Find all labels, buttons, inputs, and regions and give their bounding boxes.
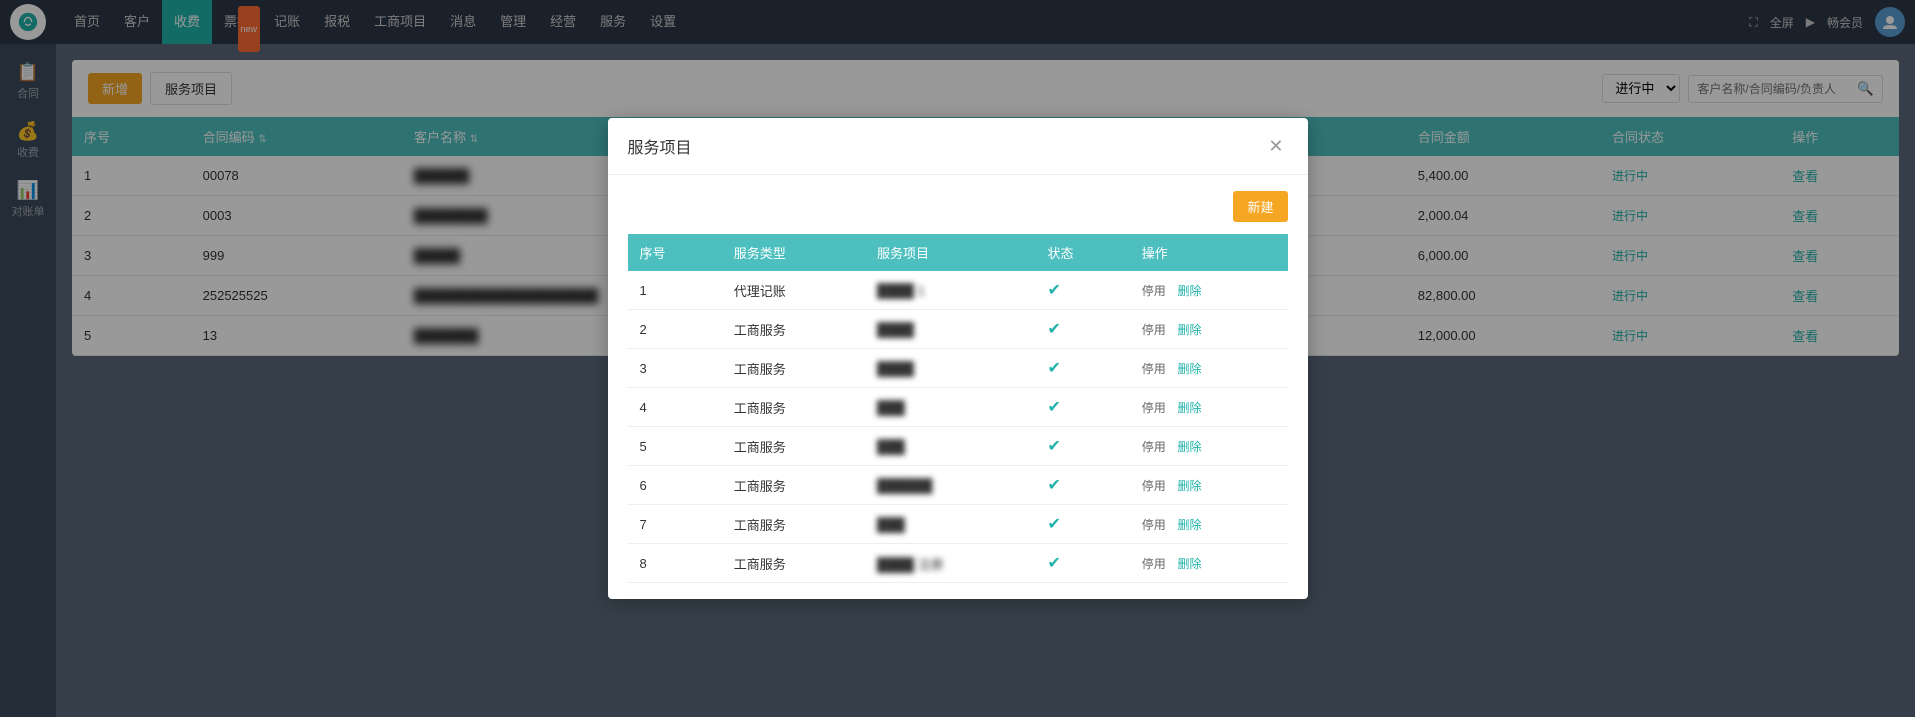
modal-cell-item: ███ bbox=[865, 505, 1036, 544]
modal-cell-type: 工商服务 bbox=[722, 466, 865, 505]
modal-cell-seq: 4 bbox=[628, 388, 722, 427]
delete-button[interactable]: 删除 bbox=[1177, 401, 1201, 415]
status-check-icon: ✔ bbox=[1048, 282, 1061, 299]
status-check-icon: ✔ bbox=[1048, 438, 1061, 455]
delete-button[interactable]: 删除 bbox=[1177, 479, 1201, 493]
modal-cell-item: ███ bbox=[865, 388, 1036, 427]
service-items-table: 序号 服务类型 服务项目 状态 操作 1 代理记账 ████ 1 ✔ 停用 删除 bbox=[628, 234, 1288, 583]
modal-cell-seq: 1 bbox=[628, 271, 722, 310]
modal-cell-seq: 3 bbox=[628, 349, 722, 388]
modal-table-row: 7 工商服务 ███ ✔ 停用 删除 bbox=[628, 505, 1288, 544]
modal-close-button[interactable]: ✕ bbox=[1264, 136, 1287, 157]
modal-cell-status: ✔ bbox=[1036, 349, 1130, 388]
modal-title: 服务项目 bbox=[628, 134, 692, 158]
modal-cell-actions: 停用 删除 bbox=[1130, 466, 1288, 505]
modal-table-row: 3 工商服务 ████ ✔ 停用 删除 bbox=[628, 349, 1288, 388]
modal-cell-type: 工商服务 bbox=[722, 505, 865, 544]
modal-cell-actions: 停用 删除 bbox=[1130, 544, 1288, 583]
modal-cell-status: ✔ bbox=[1036, 388, 1130, 427]
modal-cell-seq: 7 bbox=[628, 505, 722, 544]
modal-cell-type: 工商服务 bbox=[722, 310, 865, 349]
modal-table-row: 5 工商服务 ███ ✔ 停用 删除 bbox=[628, 427, 1288, 466]
stop-button[interactable]: 停用 bbox=[1142, 323, 1166, 337]
modal-toolbar: 新建 bbox=[628, 191, 1288, 222]
modal-header: 服务项目 ✕ bbox=[608, 118, 1308, 175]
modal-cell-type: 工商服务 bbox=[722, 427, 865, 466]
modal-cell-type: 工商服务 bbox=[722, 388, 865, 427]
delete-button[interactable]: 删除 bbox=[1177, 440, 1201, 454]
modal-cell-seq: 6 bbox=[628, 466, 722, 505]
status-check-icon: ✔ bbox=[1048, 477, 1061, 494]
status-check-icon: ✔ bbox=[1048, 399, 1061, 416]
delete-button[interactable]: 删除 bbox=[1177, 518, 1201, 532]
stop-button[interactable]: 停用 bbox=[1142, 557, 1166, 571]
modal-table-row: 6 工商服务 ██████ ✔ 停用 删除 bbox=[628, 466, 1288, 505]
modal-cell-status: ✔ bbox=[1036, 427, 1130, 466]
create-service-button[interactable]: 新建 bbox=[1233, 191, 1287, 222]
modal-cell-actions: 停用 删除 bbox=[1130, 388, 1288, 427]
modal-table-row: 4 工商服务 ███ ✔ 停用 删除 bbox=[628, 388, 1288, 427]
modal-cell-actions: 停用 删除 bbox=[1130, 427, 1288, 466]
stop-button[interactable]: 停用 bbox=[1142, 401, 1166, 415]
modal-cell-actions: 停用 删除 bbox=[1130, 505, 1288, 544]
modal-table-container[interactable]: 序号 服务类型 服务项目 状态 操作 1 代理记账 ████ 1 ✔ 停用 删除 bbox=[628, 234, 1288, 583]
modal-body: 新建 序号 服务类型 服务项目 状态 操作 bbox=[608, 175, 1308, 599]
modal-col-status: 状态 bbox=[1036, 234, 1130, 271]
modal-cell-type: 工商服务 bbox=[722, 544, 865, 583]
modal-cell-item: ████ bbox=[865, 349, 1036, 388]
modal-cell-seq: 8 bbox=[628, 544, 722, 583]
status-check-icon: ✔ bbox=[1048, 360, 1061, 377]
modal-cell-type: 代理记账 bbox=[722, 271, 865, 310]
stop-button[interactable]: 停用 bbox=[1142, 284, 1166, 298]
modal-cell-seq: 2 bbox=[628, 310, 722, 349]
status-check-icon: ✔ bbox=[1048, 516, 1061, 533]
modal-cell-status: ✔ bbox=[1036, 505, 1130, 544]
status-check-icon: ✔ bbox=[1048, 555, 1061, 572]
modal-cell-actions: 停用 删除 bbox=[1130, 310, 1288, 349]
modal-cell-status: ✔ bbox=[1036, 544, 1130, 583]
modal-col-action: 操作 bbox=[1130, 234, 1288, 271]
modal-cell-status: ✔ bbox=[1036, 466, 1130, 505]
modal-table-row: 2 工商服务 ████ ✔ 停用 删除 bbox=[628, 310, 1288, 349]
modal-col-seq: 序号 bbox=[628, 234, 722, 271]
service-items-modal: 服务项目 ✕ 新建 序号 服务类型 服务项目 状态 操作 bbox=[608, 118, 1308, 599]
modal-table-row: 8 工商服务 ████ 注册 ✔ 停用 删除 bbox=[628, 544, 1288, 583]
delete-button[interactable]: 删除 bbox=[1177, 284, 1201, 298]
modal-cell-item: ██████ bbox=[865, 466, 1036, 505]
modal-cell-item: ████ bbox=[865, 310, 1036, 349]
delete-button[interactable]: 删除 bbox=[1177, 557, 1201, 571]
stop-button[interactable]: 停用 bbox=[1142, 518, 1166, 532]
modal-col-type: 服务类型 bbox=[722, 234, 865, 271]
modal-cell-actions: 停用 删除 bbox=[1130, 349, 1288, 388]
stop-button[interactable]: 停用 bbox=[1142, 479, 1166, 493]
modal-cell-type: 工商服务 bbox=[722, 349, 865, 388]
stop-button[interactable]: 停用 bbox=[1142, 440, 1166, 454]
modal-cell-status: ✔ bbox=[1036, 271, 1130, 310]
stop-button[interactable]: 停用 bbox=[1142, 362, 1166, 376]
modal-cell-actions: 停用 删除 bbox=[1130, 271, 1288, 310]
modal-cell-item: ███ bbox=[865, 427, 1036, 466]
modal-cell-status: ✔ bbox=[1036, 310, 1130, 349]
modal-col-item: 服务项目 bbox=[865, 234, 1036, 271]
delete-button[interactable]: 删除 bbox=[1177, 323, 1201, 337]
modal-cell-item: ████ 1 bbox=[865, 271, 1036, 310]
modal-overlay[interactable]: 服务项目 ✕ 新建 序号 服务类型 服务项目 状态 操作 bbox=[0, 0, 1915, 717]
delete-button[interactable]: 删除 bbox=[1177, 362, 1201, 376]
modal-cell-seq: 5 bbox=[628, 427, 722, 466]
status-check-icon: ✔ bbox=[1048, 321, 1061, 338]
modal-cell-item: ████ 注册 bbox=[865, 544, 1036, 583]
modal-table-row: 1 代理记账 ████ 1 ✔ 停用 删除 bbox=[628, 271, 1288, 310]
